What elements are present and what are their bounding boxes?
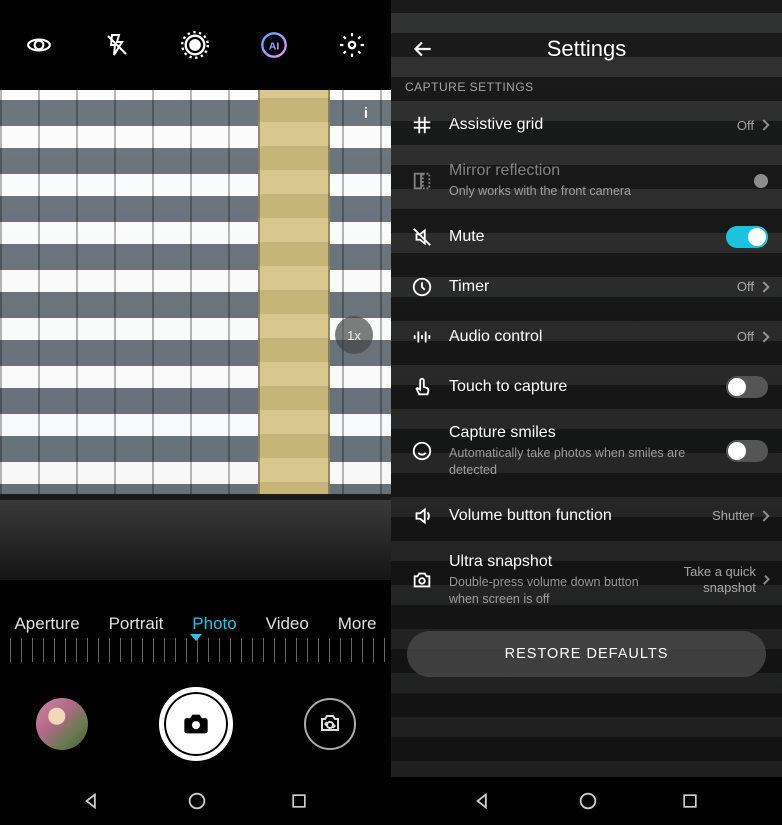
restore-defaults-button[interactable]: RESTORE DEFAULTS	[407, 631, 766, 677]
row-audio-control[interactable]: Audio control Off	[401, 312, 772, 362]
volume-fn-value: Shutter	[712, 508, 754, 523]
mute-icon	[411, 226, 433, 248]
settings-header: Settings	[391, 24, 782, 74]
mode-more[interactable]: More	[338, 614, 377, 634]
nav-home-icon[interactable]	[186, 790, 208, 812]
row-volume-button-function[interactable]: Volume button function Shutter	[401, 491, 772, 541]
row-timer[interactable]: Timer Off	[401, 262, 772, 312]
camera-top-toolbar: AI	[0, 0, 391, 90]
mode-aperture[interactable]: Aperture	[14, 614, 79, 634]
smile-icon	[411, 440, 433, 462]
back-button[interactable]	[405, 36, 441, 62]
section-label: CAPTURE SETTINGS	[405, 80, 534, 94]
gallery-thumbnail[interactable]	[36, 698, 88, 750]
mode-ruler[interactable]	[0, 638, 391, 662]
android-navbar-left	[0, 777, 391, 825]
flash-off-icon[interactable]	[97, 25, 137, 65]
chevron-right-icon	[760, 575, 770, 585]
nav-home-icon[interactable]	[577, 790, 599, 812]
row-touch-capture[interactable]: Touch to capture	[401, 362, 772, 412]
mode-portrait[interactable]: Portrait	[109, 614, 164, 634]
capture-smiles-toggle[interactable]	[726, 440, 768, 462]
nav-recent-icon[interactable]	[680, 791, 700, 811]
ai-mode-icon[interactable]: AI	[254, 25, 294, 65]
camera-viewfinder[interactable]: i 1x	[0, 90, 391, 580]
row-mute[interactable]: Mute	[401, 212, 772, 262]
settings-title: Settings	[441, 36, 732, 62]
timer-value: Off	[737, 279, 754, 294]
svg-text:AI: AI	[268, 41, 279, 53]
touch-icon	[411, 376, 433, 398]
touch-capture-toggle[interactable]	[726, 376, 768, 398]
volume-icon	[411, 505, 433, 527]
assistive-grid-value: Off	[737, 118, 754, 133]
info-icon[interactable]: i	[355, 102, 377, 124]
chevron-right-icon	[758, 281, 769, 292]
nav-recent-icon[interactable]	[289, 791, 309, 811]
live-photo-icon[interactable]	[19, 25, 59, 65]
audio-value: Off	[737, 329, 754, 344]
chevron-right-icon	[758, 119, 769, 130]
settings-screen: Settings CAPTURE SETTINGS Assistive grid…	[391, 0, 782, 825]
mirror-toggle-disabled	[754, 174, 768, 188]
shutter-row	[0, 670, 391, 778]
timer-icon	[411, 276, 433, 298]
mode-photo[interactable]: Photo	[192, 614, 236, 634]
settings-list: Assistive grid Off Mirror reflectionOnly…	[391, 100, 782, 777]
settings-gear-icon[interactable]	[332, 25, 372, 65]
grid-icon	[411, 114, 433, 136]
row-capture-smiles[interactable]: Capture smilesAutomatically take photos …	[401, 412, 772, 491]
switch-camera-button[interactable]	[304, 698, 356, 750]
camera-screen: AI i 1x Aperture Portrait Photo Video Mo…	[0, 0, 391, 825]
row-ultra-snapshot[interactable]: Ultra snapshotDouble-press volume down b…	[401, 541, 772, 620]
mode-video[interactable]: Video	[266, 614, 309, 634]
color-mode-icon[interactable]	[175, 25, 215, 65]
zoom-badge[interactable]: 1x	[335, 316, 373, 354]
audio-icon	[411, 326, 433, 348]
mirror-icon	[411, 170, 433, 192]
chevron-right-icon	[758, 331, 769, 342]
mute-toggle[interactable]	[726, 226, 768, 248]
chevron-right-icon	[758, 510, 769, 521]
shutter-button[interactable]	[159, 687, 233, 761]
row-mirror-reflection: Mirror reflectionOnly works with the fro…	[401, 150, 772, 212]
nav-back-icon[interactable]	[473, 790, 495, 812]
android-navbar-right	[391, 777, 782, 825]
row-assistive-grid[interactable]: Assistive grid Off	[401, 100, 772, 150]
nav-back-icon[interactable]	[82, 790, 104, 812]
snapshot-icon	[411, 569, 433, 591]
ultra-value: Take a quick snapshot	[668, 564, 756, 595]
